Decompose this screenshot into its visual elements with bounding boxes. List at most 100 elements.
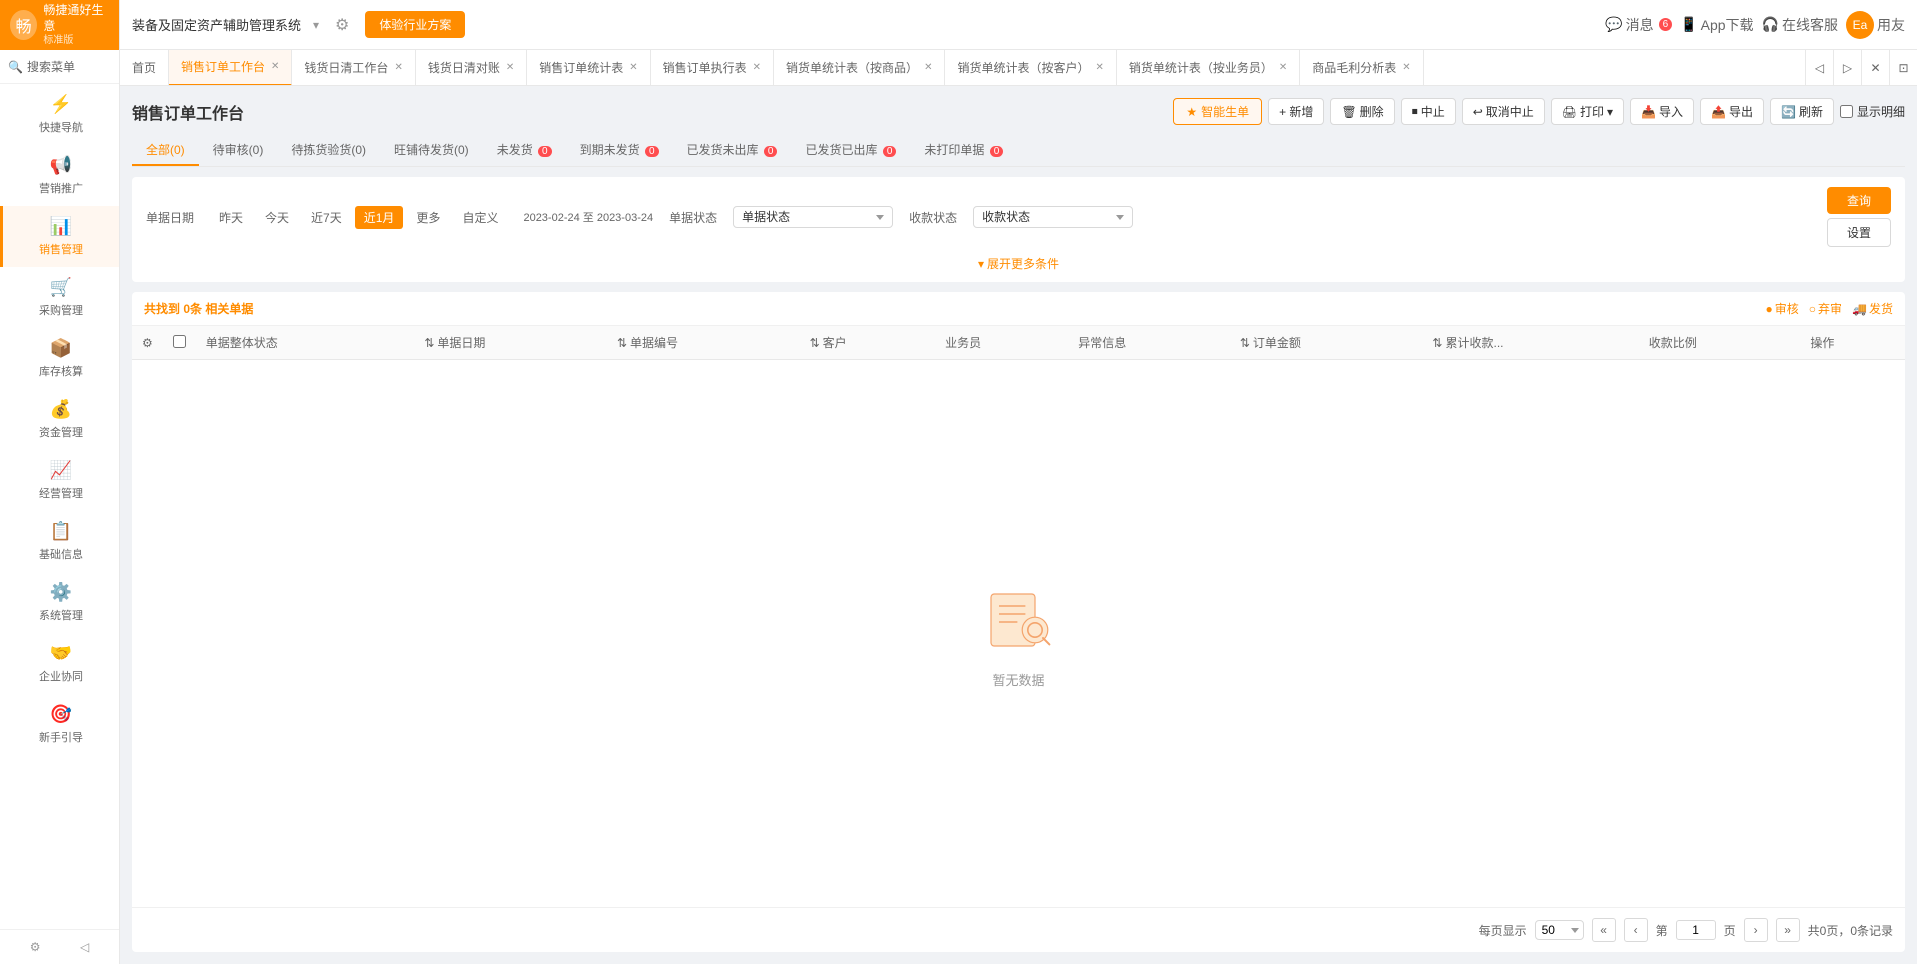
delete-button[interactable]: 🗑 删除 (1330, 98, 1394, 125)
date-btn-today[interactable]: 今天 (256, 206, 298, 229)
sub-tab-shipped-out[interactable]: 已发货已出库 0 (791, 135, 910, 166)
sub-tab-shop-pending[interactable]: 旺铺待发货(0) (380, 135, 483, 166)
settings-icon[interactable]: ⚙ (30, 940, 41, 954)
sidebar-item-marketing[interactable]: 📢 营销推广 (0, 145, 119, 206)
select-all-checkbox[interactable] (173, 335, 186, 348)
prev-page-button[interactable]: ‹ (1624, 918, 1648, 942)
tab-close-icon[interactable]: ✕ (271, 61, 279, 72)
tab-sales-stat[interactable]: 销售订单统计表 ✕ (527, 50, 650, 86)
stop-button[interactable]: ⏹ 中止 (1401, 98, 1456, 125)
sidebar-item-finance[interactable]: 💰 资金管理 (0, 389, 119, 450)
tab-cash-daily[interactable]: 钱货日清工作台 ✕ (292, 50, 415, 86)
tab-next-button[interactable]: ▷ (1833, 50, 1861, 86)
date-btn-more[interactable]: 更多 (407, 206, 449, 229)
tab-close-icon[interactable]: ✕ (924, 62, 932, 73)
tab-close-icon[interactable]: ✕ (753, 62, 761, 73)
sidebar-item-system[interactable]: ⚙️ 系统管理 (0, 572, 119, 633)
sidebar-item-guide[interactable]: 🎯 新手引导 (0, 694, 119, 755)
col-exception[interactable]: 异常信息 (1068, 326, 1230, 360)
col-number[interactable]: ⇅ 单据编号 (607, 326, 800, 360)
tab-cash-reconcile[interactable]: 钱货日清对账 ✕ (416, 50, 527, 86)
show-detail-input[interactable] (1840, 105, 1853, 118)
sort-icon: ⇅ (1432, 336, 1442, 350)
date-btn-last1month[interactable]: 近1月 (355, 206, 404, 229)
dropdown-arrow-icon[interactable]: ▾ (313, 18, 319, 32)
sidebar-item-operations[interactable]: 📈 经营管理 (0, 450, 119, 511)
sub-tab-pending-review[interactable]: 待审核(0) (199, 135, 278, 166)
import-button[interactable]: 📥 导入 (1630, 98, 1694, 125)
sub-tab-unprinted[interactable]: 未打印单据 0 (910, 135, 1017, 166)
tab-sales-sum-prod[interactable]: 销货单统计表（按商品） ✕ (774, 50, 945, 86)
status-select[interactable]: 单据状态 (733, 206, 893, 228)
export-button[interactable]: 📤 导出 (1700, 98, 1764, 125)
tab-sales-sum-cust[interactable]: 销货单统计表（按客户） ✕ (945, 50, 1116, 86)
sub-tab-unshipped[interactable]: 未发货 0 (483, 135, 566, 166)
tab-close-icon[interactable]: ✕ (1095, 62, 1103, 73)
tab-close-icon[interactable]: ✕ (1402, 62, 1410, 73)
ship-button[interactable]: 🚚 发货 (1852, 300, 1893, 317)
col-settings[interactable]: ⚙ (132, 326, 163, 360)
user-area[interactable]: Ea 用友 (1846, 11, 1905, 39)
industry-solution-button[interactable]: 体验行业方案 (365, 11, 465, 38)
tab-sales-workbench[interactable]: 销售订单工作台 ✕ (169, 50, 292, 86)
tab-sales-sum-staff[interactable]: 销货单统计表（按业务员） ✕ (1117, 50, 1300, 86)
date-btn-custom[interactable]: 自定义 (453, 206, 507, 229)
sidebar-search[interactable]: 🔍 搜索菜单 (0, 50, 119, 84)
last-page-button[interactable]: » (1776, 918, 1800, 942)
sidebar-item-enterprise[interactable]: 🤝 企业协同 (0, 633, 119, 694)
query-button[interactable]: 查询 (1827, 187, 1891, 214)
smart-create-button[interactable]: ★ 智能生单 (1173, 98, 1262, 125)
per-page-select[interactable]: 50 10 20 100 (1535, 920, 1584, 940)
app-download-link[interactable]: 📱 App下载 (1680, 15, 1753, 35)
add-button[interactable]: + 新增 (1268, 98, 1324, 125)
per-page-label: 每页显示 (1479, 922, 1527, 939)
setting-button[interactable]: 设置 (1827, 218, 1891, 247)
next-page-button[interactable]: › (1744, 918, 1768, 942)
tab-expand-button[interactable]: ⊡ (1889, 50, 1917, 86)
message-icon-area[interactable]: 💬 消息 6 (1605, 15, 1672, 35)
col-amount[interactable]: ⇅ 订单金额 (1230, 326, 1423, 360)
collapse-icon[interactable]: ◁ (80, 940, 89, 954)
expand-filter-button[interactable]: ▾ 展开更多条件 (978, 255, 1059, 272)
tab-sales-exec[interactable]: 销售订单执行表 ✕ (651, 50, 774, 86)
col-collected[interactable]: ⇅ 累计收款... (1422, 326, 1638, 360)
tab-close-all-button[interactable]: ✕ (1861, 50, 1889, 86)
col-customer[interactable]: ⇅ 客户 (800, 326, 936, 360)
payment-select[interactable]: 收款状态 (973, 206, 1133, 228)
show-detail-checkbox[interactable]: 显示明细 (1840, 103, 1905, 120)
col-date[interactable]: ⇅ 单据日期 (414, 326, 607, 360)
sidebar-item-inventory[interactable]: 📦 库存核算 (0, 328, 119, 389)
sidebar-item-sales[interactable]: 📊 销售管理 (0, 206, 119, 267)
tab-home[interactable]: 首页 (120, 50, 169, 86)
sidebar-item-purchase[interactable]: 🛒 采购管理 (0, 267, 119, 328)
date-btn-last7[interactable]: 近7天 (302, 206, 351, 229)
tab-close-icon[interactable]: ✕ (506, 62, 514, 73)
online-service-link[interactable]: 🎧 在线客服 (1762, 15, 1838, 35)
sub-tab-all[interactable]: 全部(0) (132, 135, 199, 166)
gear-icon[interactable]: ⚙ (335, 15, 349, 35)
tab-close-icon[interactable]: ✕ (629, 62, 637, 73)
first-page-button[interactable]: « (1592, 918, 1616, 942)
tab-close-icon[interactable]: ✕ (394, 62, 402, 73)
sub-tab-shipped-not-out[interactable]: 已发货未出库 0 (673, 135, 792, 166)
tab-product-margin[interactable]: 商品毛利分析表 ✕ (1300, 50, 1423, 86)
refresh-button[interactable]: 🔄 刷新 (1770, 98, 1834, 125)
print-button[interactable]: 🖨 打印 ▾ (1551, 98, 1624, 125)
col-status[interactable]: 单据整体状态 (196, 326, 415, 360)
cancel-approve-button[interactable]: ○ 弃审 (1809, 300, 1842, 317)
tab-close-icon[interactable]: ✕ (1279, 62, 1287, 73)
col-ratio[interactable]: 收款比例 (1639, 326, 1801, 360)
sub-tab-pending-inspect[interactable]: 待拣货验货(0) (277, 135, 380, 166)
page-suffix: 页 (1724, 922, 1736, 939)
filter-actions: 查询 设置 (1827, 187, 1891, 247)
approve-button[interactable]: ● 审核 (1766, 300, 1799, 317)
sidebar-item-basic-info[interactable]: 📋 基础信息 (0, 511, 119, 572)
sidebar-item-quick-nav[interactable]: ⚡ 快捷导航 (0, 84, 119, 145)
page-number-input[interactable] (1676, 920, 1716, 940)
sub-tab-overdue[interactable]: 到期未发货 0 (566, 135, 673, 166)
date-btn-yesterday[interactable]: 昨天 (210, 206, 252, 229)
sidebar-footer: ⚙ ◁ (0, 929, 119, 964)
cancel-stop-button[interactable]: ↩ 取消中止 (1462, 98, 1545, 125)
tab-prev-button[interactable]: ◁ (1805, 50, 1833, 86)
col-salesperson[interactable]: 业务员 (935, 326, 1068, 360)
